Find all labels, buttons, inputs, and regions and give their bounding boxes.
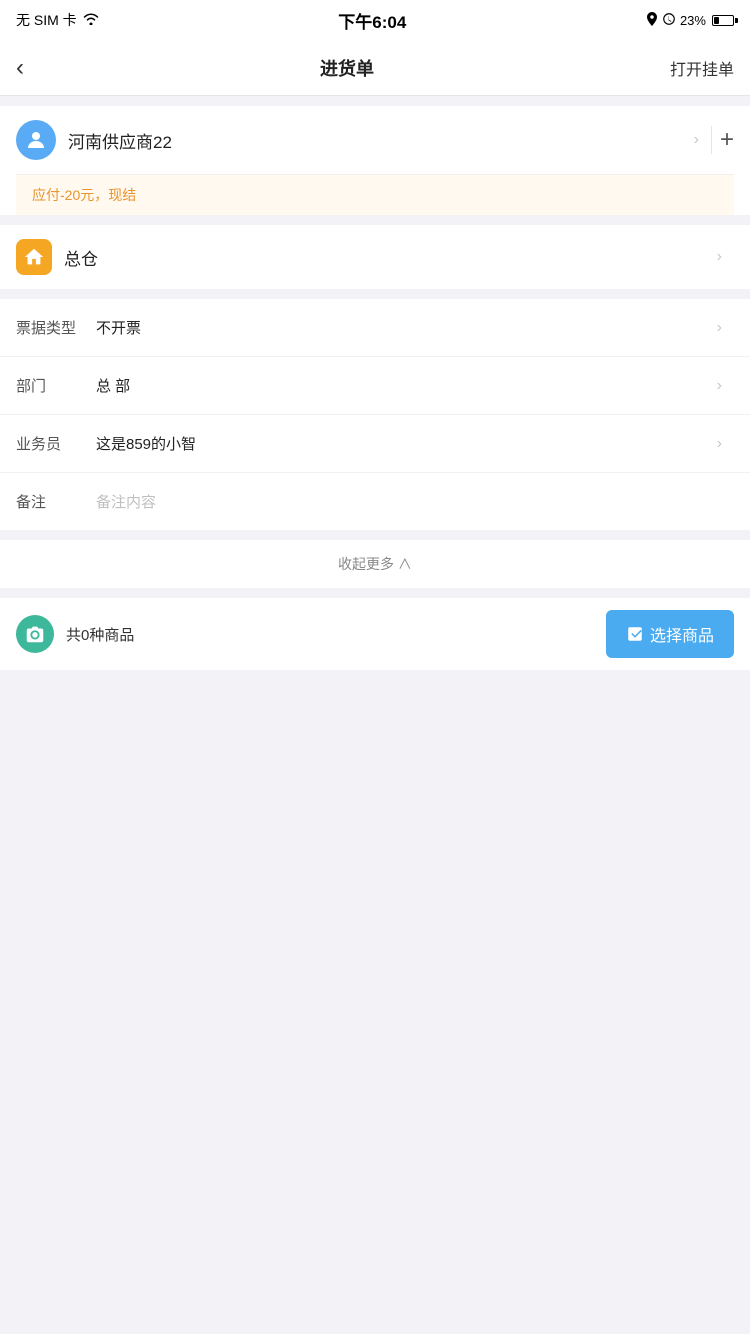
supplier-name: 河南供应商22 [68, 128, 694, 153]
salesman-label: 业务员 [16, 433, 96, 454]
invoice-type-chevron-icon: › [717, 319, 722, 337]
department-chevron-icon: › [717, 377, 722, 395]
remark-row[interactable]: 备注 备注内容 [0, 473, 750, 530]
warehouse-icon [16, 239, 52, 275]
salesman-row[interactable]: 业务员 这是859的小智 › [0, 415, 750, 473]
collapse-label: 收起更多 ∧ [338, 554, 412, 574]
warehouse-name: 总仓 [64, 245, 717, 270]
supplier-avatar [16, 120, 56, 160]
status-right: 23% [646, 12, 734, 29]
select-product-label: 选择商品 [650, 622, 714, 646]
wifi-icon [83, 12, 99, 28]
select-product-button[interactable]: 选择商品 [606, 610, 734, 658]
location-icon [646, 12, 658, 29]
bottom-bar: 共0种商品 选择商品 [0, 598, 750, 670]
invoice-type-row[interactable]: 票据类型 不开票 › [0, 299, 750, 357]
salesman-chevron-icon: › [717, 435, 722, 453]
supplier-chevron-icon: › [694, 131, 699, 149]
product-count-text: 共0种商品 [66, 624, 594, 645]
nav-bar: ‹ 进货单 打开挂单 [0, 40, 750, 96]
remark-label: 备注 [16, 491, 96, 512]
page-title: 进货单 [320, 55, 374, 81]
battery-percentage: 23% [680, 13, 706, 28]
warehouse-section: 总仓 › [0, 225, 750, 289]
department-value: 总 部 [96, 375, 717, 396]
battery-icon [712, 15, 734, 26]
salesman-value: 这是859的小智 [96, 433, 717, 454]
alarm-icon [662, 12, 676, 29]
product-icon [16, 615, 54, 653]
add-supplier-button[interactable]: + [711, 126, 734, 154]
warehouse-row[interactable]: 总仓 › [0, 225, 750, 289]
divider-1 [0, 96, 750, 106]
carrier-text: 无 SIM 卡 [16, 10, 77, 30]
remark-input[interactable]: 备注内容 [96, 491, 734, 512]
department-row[interactable]: 部门 总 部 › [0, 357, 750, 415]
form-section: 票据类型 不开票 › 部门 总 部 › 业务员 这是859的小智 › 备注 备注… [0, 299, 750, 530]
warehouse-chevron-icon: › [717, 248, 722, 266]
department-label: 部门 [16, 375, 96, 396]
status-bar: 无 SIM 卡 下午6:04 23% [0, 0, 750, 40]
invoice-type-value: 不开票 [96, 317, 717, 338]
status-left: 无 SIM 卡 [16, 10, 99, 30]
status-time: 下午6:04 [338, 8, 406, 33]
back-button[interactable]: ‹ [16, 54, 24, 82]
open-pending-button[interactable]: 打开挂单 [670, 56, 734, 80]
supplier-section: 河南供应商22 › + 应付-20元，现结 [0, 106, 750, 215]
page-filler [0, 670, 750, 970]
supplier-row[interactable]: 河南供应商22 › + [16, 106, 734, 175]
notice-bar: 应付-20元，现结 [16, 175, 734, 215]
invoice-type-label: 票据类型 [16, 317, 96, 338]
collapse-button[interactable]: 收起更多 ∧ [0, 540, 750, 588]
